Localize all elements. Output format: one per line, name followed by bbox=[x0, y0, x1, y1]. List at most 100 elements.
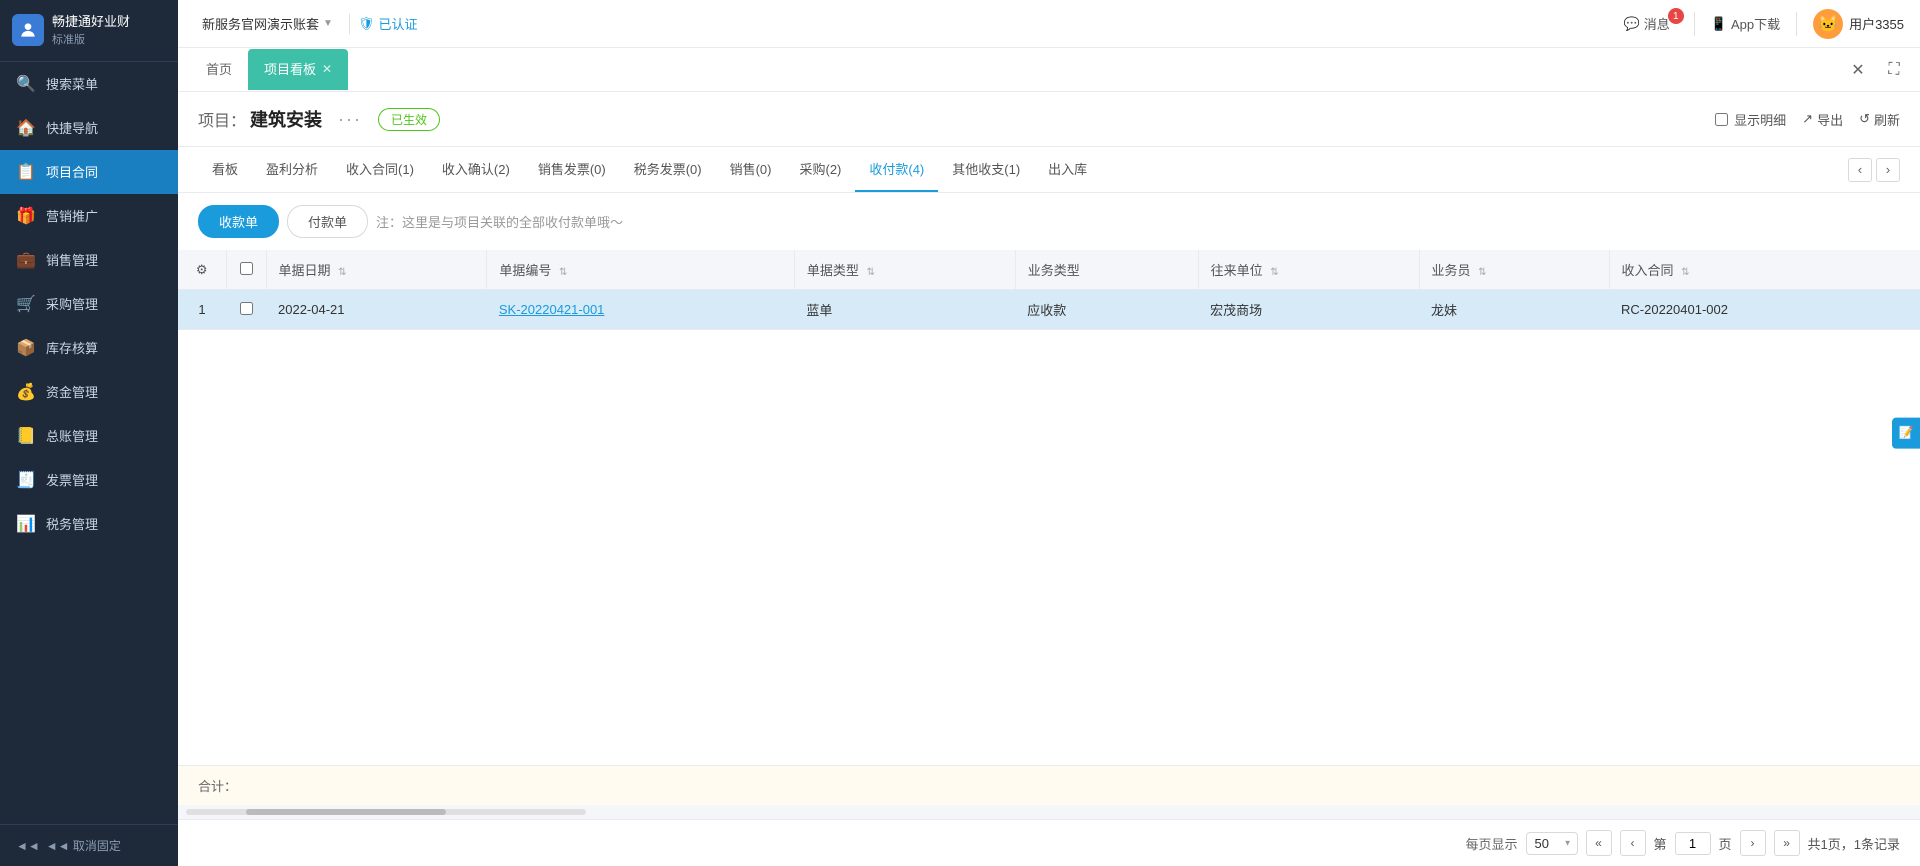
account-selector[interactable]: 新服务官网演示账套 ▼ bbox=[194, 10, 341, 37]
app-version: 标准版 bbox=[52, 31, 130, 47]
first-page-button[interactable]: « bbox=[1586, 830, 1612, 856]
sidebar-item-label: 采购管理 bbox=[46, 294, 98, 313]
toggle-area: 收款单 付款单 注：这里是与项目关联的全部收付款单哦～ bbox=[178, 193, 1920, 250]
th-type[interactable]: 单据类型 ⇅ bbox=[794, 250, 1015, 290]
app-logo bbox=[12, 14, 44, 46]
pagination: 每页显示 50 100 200 « ‹ 第 页 › » 共1页，1条记录 bbox=[178, 819, 1920, 866]
ledger-icon: 📒 bbox=[16, 426, 36, 446]
sidebar-item-search[interactable]: 🔍 搜索菜单 bbox=[0, 62, 178, 106]
sub-tab-next-button[interactable]: › bbox=[1876, 158, 1900, 182]
tab-project-board-label: 项目看板 bbox=[264, 59, 316, 78]
page-size-select[interactable]: 50 100 200 bbox=[1526, 832, 1578, 855]
sub-tab-other[interactable]: 其他收支(1) bbox=[938, 147, 1034, 192]
message-badge: 1 bbox=[1668, 8, 1684, 24]
th-number[interactable]: 单据编号 ⇅ bbox=[487, 250, 795, 290]
project-header: 项目： 建筑安装 ··· 已生效 显示明细 ↗ 导出 ↺ 刷新 bbox=[178, 92, 1920, 147]
close-window-button[interactable]: ✕ bbox=[1844, 56, 1872, 84]
sidebar-item-marketing[interactable]: 🎁 营销推广 bbox=[0, 194, 178, 238]
refresh-icon: ↺ bbox=[1859, 111, 1870, 127]
message-button[interactable]: 💬 消息 1 bbox=[1616, 14, 1678, 33]
tab-home[interactable]: 首页 bbox=[190, 49, 248, 90]
user-label: 用户3355 bbox=[1849, 14, 1904, 33]
sub-tab-sales[interactable]: 销售(0) bbox=[716, 147, 786, 192]
td-index: 1 bbox=[178, 290, 226, 330]
next-page-button[interactable]: › bbox=[1740, 830, 1766, 856]
th-partner[interactable]: 往来单位 ⇅ bbox=[1198, 250, 1419, 290]
sidebar-item-tax[interactable]: 📊 税务管理 bbox=[0, 502, 178, 546]
td-number[interactable]: SK-20220421-001 bbox=[487, 290, 795, 330]
show-detail-checkbox[interactable]: 显示明细 bbox=[1715, 110, 1786, 129]
divider bbox=[349, 14, 350, 34]
sub-tab-warehouse[interactable]: 出入库 bbox=[1034, 147, 1101, 192]
maximize-window-button[interactable]: ⛶ bbox=[1880, 56, 1908, 84]
refresh-button[interactable]: ↺ 刷新 bbox=[1859, 110, 1900, 129]
receipts-toggle-button[interactable]: 收款单 bbox=[198, 205, 279, 238]
export-icon: ↗ bbox=[1802, 111, 1813, 127]
sidebar-item-quick-nav[interactable]: 🏠 快捷导航 bbox=[0, 106, 178, 150]
footer-total-label: 合计： bbox=[198, 779, 237, 794]
sub-tab-sales-invoice[interactable]: 销售发票(0) bbox=[524, 147, 620, 192]
select-all-checkbox[interactable] bbox=[240, 262, 253, 275]
td-date: 2022-04-21 bbox=[266, 290, 487, 330]
th-date[interactable]: 单据日期 ⇅ bbox=[266, 250, 487, 290]
sub-tab-income-confirm[interactable]: 收入确认(2) bbox=[428, 147, 524, 192]
topbar: 新服务官网演示账套 ▼ 🛡 已认证 💬 消息 1 📱 App下载 🐱 bbox=[178, 0, 1920, 48]
status-badge: 已生效 bbox=[378, 108, 440, 131]
sub-tab-tax-invoice[interactable]: 税务发票(0) bbox=[620, 147, 716, 192]
row-checkbox[interactable] bbox=[240, 302, 253, 315]
scrollbar-thumb[interactable] bbox=[246, 809, 446, 815]
sidebar-item-funds[interactable]: 💰 资金管理 bbox=[0, 370, 178, 414]
th-contract[interactable]: 收入合同 ⇅ bbox=[1609, 250, 1920, 290]
user-info[interactable]: 🐱 用户3355 bbox=[1813, 9, 1904, 39]
td-checkbox[interactable] bbox=[226, 290, 266, 330]
sub-tab-income-contract[interactable]: 收入合同(1) bbox=[332, 147, 428, 192]
inventory-icon: 📦 bbox=[16, 338, 36, 358]
last-page-button[interactable]: » bbox=[1774, 830, 1800, 856]
table-footer: 合计： bbox=[178, 765, 1920, 805]
sidebar-item-label: 搜索菜单 bbox=[46, 74, 98, 93]
table-container: ⚙ 单据日期 ⇅ 单据编号 ⇅ 单据类型 bbox=[178, 250, 1920, 765]
table-row[interactable]: 1 2022-04-21 SK-20220421-001 蓝单 应收款 宏茂商场… bbox=[178, 290, 1920, 330]
th-salesman[interactable]: 业务员 ⇅ bbox=[1419, 250, 1609, 290]
sidebar-item-invoice[interactable]: 🧾 发票管理 bbox=[0, 458, 178, 502]
sidebar-item-sales[interactable]: 💼 销售管理 bbox=[0, 238, 178, 282]
unpin-icon: ◄◄ bbox=[16, 839, 40, 853]
table-header-row: ⚙ 单据日期 ⇅ 单据编号 ⇅ 单据类型 bbox=[178, 250, 1920, 290]
sub-tab-prev-button[interactable]: ‹ bbox=[1848, 158, 1872, 182]
topbar-left: 新服务官网演示账套 ▼ 🛡 已认证 bbox=[194, 10, 1616, 37]
sidebar-item-label: 快捷导航 bbox=[46, 118, 98, 137]
show-detail-input[interactable] bbox=[1715, 113, 1728, 126]
project-more-button[interactable]: ··· bbox=[338, 109, 362, 130]
horizontal-scrollbar[interactable] bbox=[186, 809, 586, 815]
certified-badge: 🛡 已认证 bbox=[358, 14, 418, 33]
sidebar-item-ledger[interactable]: 📒 总账管理 bbox=[0, 414, 178, 458]
td-partner: 宏茂商场 bbox=[1198, 290, 1419, 330]
page-number-input[interactable] bbox=[1675, 832, 1711, 855]
page-suffix: 页 bbox=[1719, 834, 1732, 853]
sidebar-unpin-button[interactable]: ◄◄ ◄◄ 取消固定 bbox=[0, 824, 178, 866]
document-number-link[interactable]: SK-20220421-001 bbox=[499, 302, 605, 317]
message-label: 消息 bbox=[1644, 14, 1670, 33]
purchase-icon: 🛒 bbox=[16, 294, 36, 314]
payments-toggle-button[interactable]: 付款单 bbox=[287, 205, 368, 238]
sidebar-item-label: 总账管理 bbox=[46, 426, 98, 445]
export-button[interactable]: ↗ 导出 bbox=[1802, 110, 1843, 129]
sidebar-item-inventory[interactable]: 📦 库存核算 bbox=[0, 326, 178, 370]
sub-tab-profit[interactable]: 盈利分析 bbox=[252, 147, 332, 192]
sidebar-nav: 🔍 搜索菜单 🏠 快捷导航 📋 项目合同 🎁 营销推广 💼 销售管理 🛒 采购管… bbox=[0, 62, 178, 824]
sidebar: 畅捷通好业财 标准版 🔍 搜索菜单 🏠 快捷导航 📋 项目合同 🎁 营销推广 💼… bbox=[0, 0, 178, 866]
sales-icon: 💼 bbox=[16, 250, 36, 270]
marketing-icon: 🎁 bbox=[16, 206, 36, 226]
th-settings[interactable]: ⚙ bbox=[178, 250, 226, 290]
sub-tab-payment[interactable]: 收付款(4) bbox=[855, 147, 938, 192]
tab-close-icon[interactable]: ✕ bbox=[322, 62, 332, 76]
sidebar-item-purchase[interactable]: 🛒 采购管理 bbox=[0, 282, 178, 326]
sub-tab-purchase[interactable]: 采购(2) bbox=[785, 147, 855, 192]
prev-page-button[interactable]: ‹ bbox=[1620, 830, 1646, 856]
sidebar-item-label: 库存核算 bbox=[46, 338, 98, 357]
app-download-button[interactable]: 📱 App下载 bbox=[1711, 14, 1780, 33]
sidebar-item-project-contract[interactable]: 📋 项目合同 bbox=[0, 150, 178, 194]
sub-tab-kanban[interactable]: 看板 bbox=[198, 147, 252, 192]
floating-right-button[interactable]: 📝 bbox=[1892, 418, 1920, 449]
tab-project-board[interactable]: 项目看板 ✕ bbox=[248, 49, 348, 90]
